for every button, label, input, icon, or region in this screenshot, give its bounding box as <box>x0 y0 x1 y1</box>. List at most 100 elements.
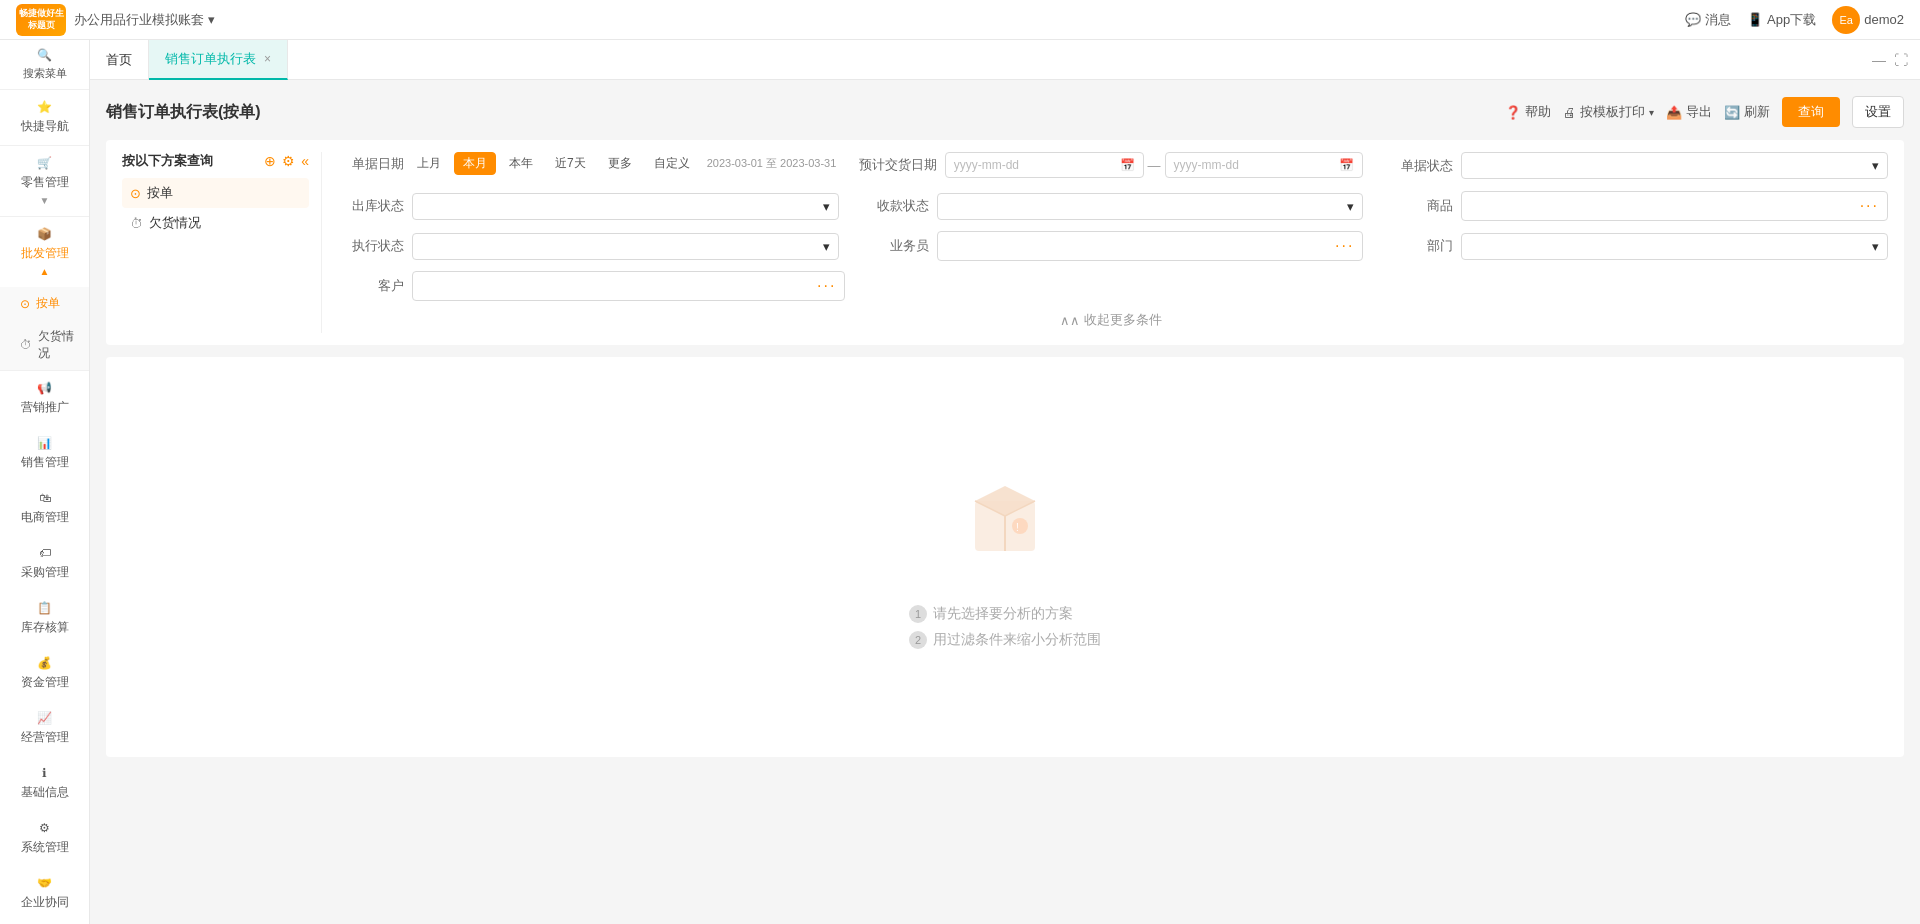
sidebar-item-finance[interactable]: 💰 资金管理 <box>0 646 89 701</box>
customer-field: 客户 ··· <box>334 271 845 301</box>
tab-home[interactable]: 首页 <box>90 40 149 80</box>
tip1-text: 请先选择要分析的方案 <box>933 605 1073 623</box>
sidebar-item-sales[interactable]: 📊 销售管理 <box>0 426 89 481</box>
system-icon: ⚙ <box>39 821 50 835</box>
out-status-select[interactable]: ▾ <box>412 193 839 220</box>
collapse-label: 收起更多条件 <box>1084 311 1162 329</box>
help-button[interactable]: ❓ 帮助 <box>1505 103 1551 121</box>
goods-label: 商品 <box>1383 197 1453 215</box>
sidebar-quicknav[interactable]: ⭐ 快捷导航 <box>0 90 89 146</box>
scheme-title: 按以下方案查询 <box>122 152 213 170</box>
goods-field: 商品 ··· <box>1383 191 1888 221</box>
expected-date-end[interactable]: yyyy-mm-dd 📅 <box>1165 152 1364 178</box>
tab-minimize-button[interactable]: — <box>1872 52 1886 68</box>
tab-controls: — ⛶ <box>1872 52 1920 68</box>
collapse-button[interactable]: ∧∧ 收起更多条件 <box>334 307 1888 333</box>
export-button[interactable]: 📤 导出 <box>1666 103 1712 121</box>
tab-home-label: 首页 <box>106 51 132 69</box>
filter-row-1: 单据日期 上月 本月 本年 近7天 更多 自定义 2023-03-01 至 20… <box>334 152 1888 181</box>
expected-date-start[interactable]: yyyy-mm-dd 📅 <box>945 152 1144 178</box>
menu-dropdown[interactable]: 办公用品行业模拟账套 ▾ <box>74 11 215 29</box>
empty-icon: ! <box>955 466 1055 585</box>
scheme-header-actions: ⊕ ⚙ « <box>264 153 309 169</box>
goods-input[interactable]: ··· <box>1461 191 1888 221</box>
out-status-label: 出库状态 <box>334 197 404 215</box>
top-bar-right: 💬 消息 📱 App下载 Ea demo2 <box>1685 6 1904 34</box>
tab-maximize-button[interactable]: ⛶ <box>1894 52 1908 68</box>
sidebar-item-purchase[interactable]: 🏷 采购管理 <box>0 536 89 591</box>
marketing-icon: 📢 <box>37 381 52 395</box>
customer-label: 客户 <box>334 277 404 295</box>
tab-sales-order[interactable]: 销售订单执行表 × <box>149 40 288 80</box>
sidebar-item-enterprise[interactable]: 🤝 企业协同 <box>0 866 89 921</box>
empty-tip-1: 1 请先选择要分析的方案 <box>909 605 1101 623</box>
sidebar-item-inventory[interactable]: 📋 库存核算 <box>0 591 89 646</box>
scheme-settings-icon[interactable]: ⚙ <box>282 153 295 169</box>
sidebar-search-label: 搜索菜单 <box>23 66 67 81</box>
scheme-collapse-icon[interactable]: « <box>301 153 309 169</box>
date-chip-more[interactable]: 更多 <box>599 152 641 175</box>
export-icon: 📤 <box>1666 105 1682 120</box>
inventory-icon: 📋 <box>37 601 52 615</box>
scheme-order-icon: ⊙ <box>130 186 141 201</box>
expected-date-label: 预计交货日期 <box>859 156 937 174</box>
template-print-button[interactable]: 🖨 按模板打印 ▾ <box>1563 103 1654 121</box>
date-chip-this-year[interactable]: 本年 <box>500 152 542 175</box>
sidebar-item-operations[interactable]: 📈 经营管理 <box>0 701 89 756</box>
scheme-item-by-order[interactable]: ⊙ 按单 <box>122 178 309 208</box>
sidebar-sub-press-order[interactable]: ⊙ 按单 <box>0 287 89 320</box>
query-button[interactable]: 查询 <box>1782 97 1840 127</box>
press-order-icon: ⊙ <box>20 297 30 311</box>
message-action[interactable]: 💬 消息 <box>1685 11 1731 29</box>
filter-area: 单据日期 上月 本月 本年 近7天 更多 自定义 2023-03-01 至 20… <box>322 152 1888 333</box>
tab-close-button[interactable]: × <box>264 52 271 66</box>
date-end-icon[interactable]: 📅 <box>1339 158 1354 172</box>
exec-status-select[interactable]: ▾ <box>412 233 839 260</box>
date-chip-last-month[interactable]: 上月 <box>408 152 450 175</box>
scheme-add-icon[interactable]: ⊕ <box>264 153 276 169</box>
refresh-button[interactable]: 🔄 刷新 <box>1724 103 1770 121</box>
customer-dots[interactable]: ··· <box>817 277 836 295</box>
department-dropdown: ▾ <box>1872 239 1879 254</box>
date-start-icon[interactable]: 📅 <box>1120 158 1135 172</box>
sidebar-sub-credit[interactable]: ⏱ 欠货情况 <box>0 320 89 370</box>
user-name: demo2 <box>1864 12 1904 27</box>
tip2-num: 2 <box>909 631 927 649</box>
scheme-panel: 按以下方案查询 ⊕ ⚙ « ⊙ 按单 <box>122 152 322 333</box>
status-field: 单据状态 ▾ <box>1383 152 1888 179</box>
sidebar-operations-label: 经营管理 <box>21 729 69 746</box>
scheme-item-credit[interactable]: ⏱ 欠货情况 <box>122 208 309 238</box>
ecommerce-icon: 🛍 <box>39 491 51 505</box>
sidebar-item-wholesale[interactable]: 📦 批发管理 ▲ <box>0 217 89 287</box>
sidebar-item-basic[interactable]: ℹ 基础信息 <box>0 756 89 811</box>
sidebar-item-retail[interactable]: 🛒 零售管理 ▼ <box>0 146 89 216</box>
salesman-input[interactable]: ··· <box>937 231 1364 261</box>
operations-icon: 📈 <box>37 711 52 725</box>
page-header: 销售订单执行表(按单) ❓ 帮助 🖨 按模板打印 ▾ 📤 <box>106 96 1904 128</box>
app-download-action[interactable]: 📱 App下载 <box>1747 11 1816 29</box>
filter-row-4: 客户 ··· <box>334 271 1888 301</box>
sidebar-purchase-label: 采购管理 <box>21 564 69 581</box>
sidebar-item-ecommerce[interactable]: 🛍 电商管理 <box>0 481 89 536</box>
user-action[interactable]: Ea demo2 <box>1832 6 1904 34</box>
date-chip-custom[interactable]: 自定义 <box>645 152 699 175</box>
date-end-placeholder: yyyy-mm-dd <box>1174 158 1239 172</box>
finance-icon: 💰 <box>37 656 52 670</box>
date-chip-last7days[interactable]: 近7天 <box>546 152 595 175</box>
credit-icon: ⏱ <box>20 338 32 352</box>
collect-status-select[interactable]: ▾ <box>937 193 1364 220</box>
goods-dots[interactable]: ··· <box>1860 197 1879 215</box>
sidebar-basic-label: 基础信息 <box>21 784 69 801</box>
help-icon: ❓ <box>1505 105 1521 120</box>
date-chip-this-month[interactable]: 本月 <box>454 152 496 175</box>
wholesale-arrow: ▲ <box>40 266 50 277</box>
settings-button[interactable]: 设置 <box>1852 96 1904 128</box>
status-select[interactable]: ▾ <box>1461 152 1888 179</box>
customer-input[interactable]: ··· <box>412 271 845 301</box>
salesman-dots[interactable]: ··· <box>1335 237 1354 255</box>
sidebar-item-marketing[interactable]: 📢 营销推广 <box>0 371 89 426</box>
sidebar-search[interactable]: 🔍 搜索菜单 <box>0 40 89 90</box>
department-select[interactable]: ▾ <box>1461 233 1888 260</box>
sidebar-item-system[interactable]: ⚙ 系统管理 <box>0 811 89 866</box>
sidebar-inventory-label: 库存核算 <box>21 619 69 636</box>
